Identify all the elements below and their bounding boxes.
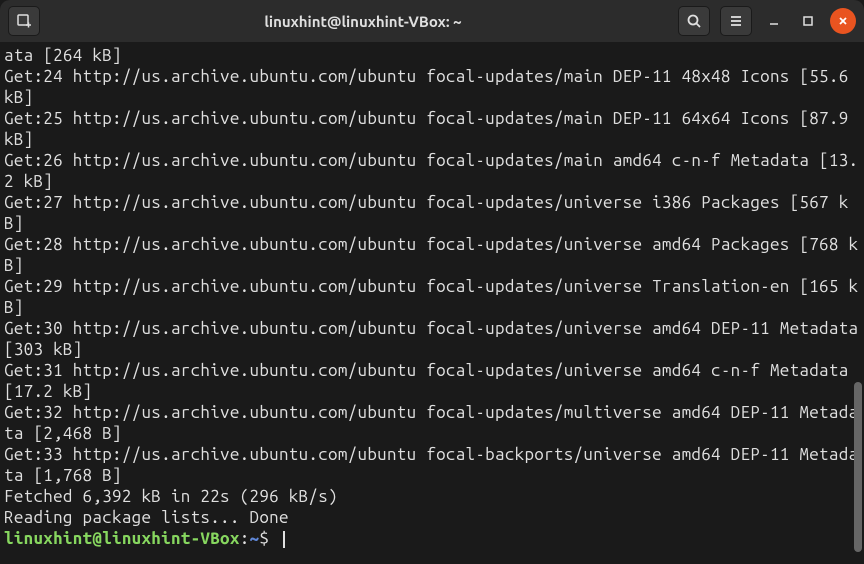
maximize-button[interactable] (796, 9, 820, 33)
terminal-line: Get:27 http://us.archive.ubuntu.com/ubun… (4, 192, 860, 234)
terminal-line: Fetched 6,392 kB in 22s (296 kB/s) (4, 486, 860, 507)
maximize-icon (802, 15, 814, 27)
cursor (283, 531, 285, 548)
scrollbar-thumb[interactable] (854, 382, 862, 552)
scrollbar[interactable] (854, 42, 862, 552)
prompt-user-host: linuxhint@linuxhint-VBox (4, 529, 240, 548)
minimize-button[interactable] (762, 9, 786, 33)
menu-button[interactable] (720, 6, 752, 36)
prompt-line: linuxhint@linuxhint-VBox:~$ (4, 528, 860, 549)
terminal-line: Get:26 http://us.archive.ubuntu.com/ubun… (4, 150, 860, 192)
window-title: linuxhint@linuxhint-VBox: ~ (48, 13, 678, 30)
search-button[interactable] (678, 6, 710, 36)
terminal-line: Get:25 http://us.archive.ubuntu.com/ubun… (4, 108, 860, 150)
new-tab-icon (16, 13, 32, 29)
prompt-path: ~ (250, 529, 260, 548)
hamburger-icon (728, 13, 744, 29)
terminal-line: Get:32 http://us.archive.ubuntu.com/ubun… (4, 402, 860, 444)
terminal-line: ata [264 kB] (4, 45, 860, 66)
terminal-output[interactable]: ata [264 kB]Get:24 http://us.archive.ubu… (0, 42, 864, 564)
titlebar: linuxhint@linuxhint-VBox: ~ (0, 0, 864, 42)
terminal-line: Get:30 http://us.archive.ubuntu.com/ubun… (4, 318, 860, 360)
terminal-line: Get:24 http://us.archive.ubuntu.com/ubun… (4, 66, 860, 108)
close-icon (837, 15, 849, 27)
terminal-line: Reading package lists... Done (4, 507, 860, 528)
terminal-line: Get:28 http://us.archive.ubuntu.com/ubun… (4, 234, 860, 276)
prompt-symbol: $ (259, 529, 279, 548)
prompt-separator: : (240, 529, 250, 548)
terminal-line: Get:31 http://us.archive.ubuntu.com/ubun… (4, 360, 860, 402)
minimize-icon (768, 15, 780, 27)
new-tab-button[interactable] (8, 6, 40, 36)
terminal-line: Get:33 http://us.archive.ubuntu.com/ubun… (4, 444, 860, 486)
terminal-line: Get:29 http://us.archive.ubuntu.com/ubun… (4, 276, 860, 318)
search-icon (686, 13, 702, 29)
close-button[interactable] (830, 8, 856, 34)
